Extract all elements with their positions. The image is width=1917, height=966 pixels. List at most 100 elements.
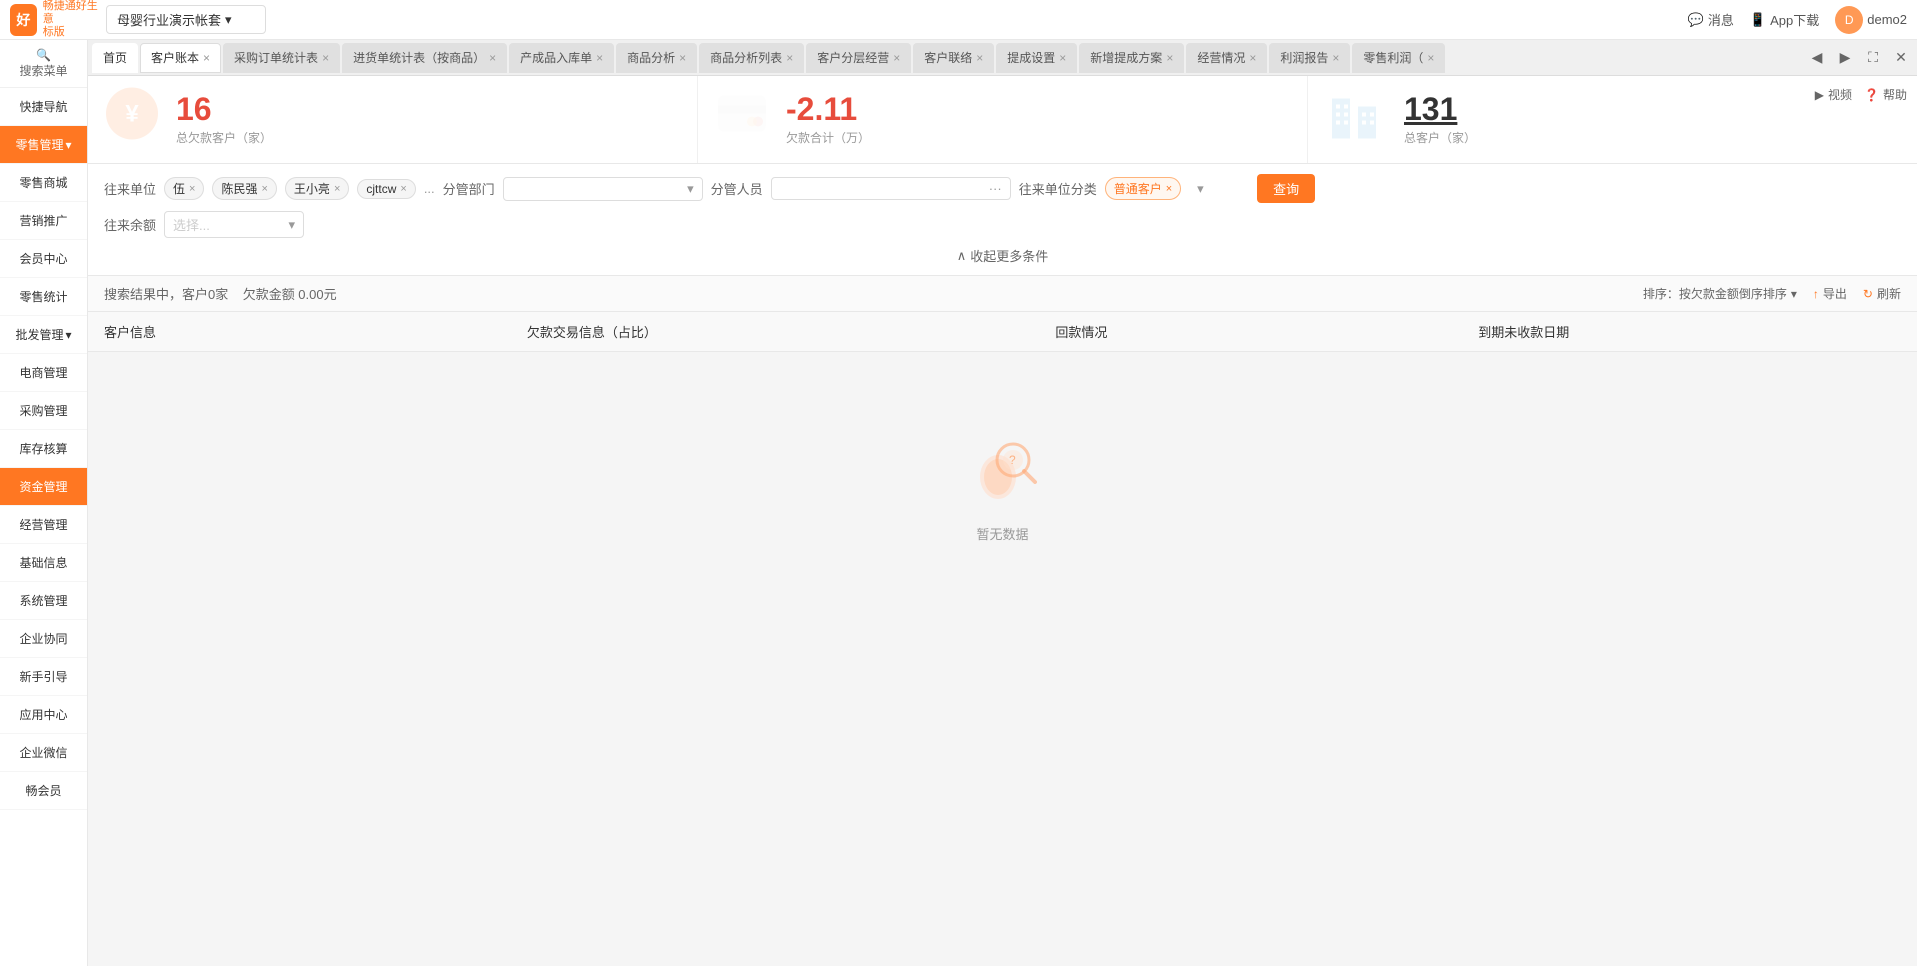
tab-close-product-inbound[interactable]: × <box>596 52 603 64</box>
sidebar-item-app-center[interactable]: 应用中心 <box>0 696 87 734</box>
owing-customers-label: 总欠款客户（家） <box>176 129 272 146</box>
tab-nav-left[interactable]: ◀ <box>1805 46 1829 70</box>
user-menu[interactable]: D demo2 <box>1835 6 1907 34</box>
help-btn[interactable]: ❓ 帮助 <box>1864 86 1907 103</box>
sidebar-item-wecom[interactable]: 企业微信 <box>0 734 87 772</box>
sidebar-item-member-center[interactable]: 会员中心 <box>0 240 87 278</box>
unit-class-select[interactable]: ▾ <box>1189 178 1249 200</box>
total-owing-value: -2.11 <box>786 93 870 125</box>
sidebar-item-ecommerce[interactable]: 电商管理 <box>0 354 87 392</box>
filter-tag-close-normal-customer[interactable]: × <box>1166 183 1172 195</box>
tab-close-purchase-order[interactable]: × <box>322 52 329 64</box>
unit-class-filter-label: 往来单位分类 <box>1019 179 1097 198</box>
filter-tag-close-cjttcw[interactable]: × <box>400 183 406 195</box>
video-help-btn[interactable]: ▶ 视频 <box>1815 86 1852 103</box>
tab-new-promo-plan[interactable]: 新增提成方案 × <box>1079 43 1184 73</box>
person-select[interactable]: ··· <box>771 177 1011 200</box>
total-owing-label: 欠款合计（万） <box>786 129 870 146</box>
tab-product-inbound[interactable]: 产成品入库单 × <box>509 43 614 73</box>
filter-tag-close-wang[interactable]: × <box>334 183 340 195</box>
total-customers-label: 总客户（家） <box>1404 129 1476 146</box>
sort-select[interactable]: 排序：按欠款金额倒序排序 ▾ <box>1643 285 1797 302</box>
sidebar-item-inventory[interactable]: 库存核算 <box>0 430 87 468</box>
tab-close-customers[interactable]: × <box>203 52 210 64</box>
sidebar-item-retail-mall[interactable]: 零售商城 <box>0 164 87 202</box>
tab-product-analysis[interactable]: 商品分析 × <box>616 43 697 73</box>
filter-tag-wang[interactable]: 王小亮 × <box>285 177 349 200</box>
sidebar-item-retail-stats[interactable]: 零售统计 <box>0 278 87 316</box>
tab-close-retail-profit[interactable]: × <box>1427 52 1434 64</box>
sidebar-item-marketing[interactable]: 营销推广 <box>0 202 87 240</box>
tab-customers[interactable]: 客户账本 × <box>140 43 221 73</box>
tab-biz-status[interactable]: 经营情况 × <box>1186 43 1267 73</box>
sidebar-item-retail-mgmt[interactable]: 零售管理 ▾ <box>0 126 87 164</box>
tab-home[interactable]: 首页 <box>92 43 138 73</box>
balance-select[interactable]: 选择... ▾ <box>164 211 304 238</box>
result-count: 搜索结果中，客户0家 <box>104 287 228 302</box>
sidebar-item-wholesale[interactable]: 批发管理 ▾ <box>0 316 87 354</box>
chevron-down-icon: ▾ <box>1197 181 1204 197</box>
sidebar-item-sys-mgmt[interactable]: 系统管理 <box>0 582 87 620</box>
col-header-credit: 欠款交易信息（占比） <box>527 322 1056 341</box>
help-icon: ❓ <box>1864 88 1879 102</box>
tab-product-analysis-list[interactable]: 商品分析列表 × <box>699 43 804 73</box>
credit-card-icon <box>714 85 770 141</box>
filter-tag-close-chen[interactable]: × <box>261 183 267 195</box>
yen-circle-icon: ¥ <box>104 85 160 141</box>
company-selector[interactable]: 母婴行业演示帐套 ▾ <box>106 5 266 34</box>
tab-inbound-stats[interactable]: 进货单统计表（按商品） × <box>342 43 507 73</box>
sidebar-item-member[interactable]: 畅会员 <box>0 772 87 810</box>
sidebar-item-newbie[interactable]: 新手引导 <box>0 658 87 696</box>
app-download-btn[interactable]: 📱 App下载 <box>1750 10 1819 29</box>
sidebar-search[interactable]: 🔍 搜索菜单 <box>0 40 87 88</box>
tab-customer-tier[interactable]: 客户分层经营 × <box>806 43 911 73</box>
tab-nav-right[interactable]: ▶ <box>1833 46 1857 70</box>
table-header: 客户信息 欠款交易信息（占比） 回款情况 到期未收款日期 <box>88 312 1917 352</box>
sidebar-item-quick-nav[interactable]: 快捷导航 <box>0 88 87 126</box>
building-icon <box>1324 90 1384 146</box>
export-btn[interactable]: ↑ 导出 <box>1813 285 1847 302</box>
tab-close-all[interactable]: ✕ <box>1889 46 1913 70</box>
chevron-down-icon: ▾ <box>65 328 71 342</box>
filter-tag-cjttcw[interactable]: cjttcw × <box>357 179 415 199</box>
tab-purchase-order[interactable]: 采购订单统计表 × <box>223 43 340 73</box>
top-bar: 好 畅捷通好生意 标版 母婴行业演示帐套 ▾ 💬 消息 📱 App下载 D <box>0 0 1917 40</box>
filter-tag-empty[interactable]: 伍 × <box>164 177 204 200</box>
tab-close-inbound-stats[interactable]: × <box>489 52 496 64</box>
filter-tag-close-empty[interactable]: × <box>189 183 195 195</box>
sidebar-item-enterprise[interactable]: 企业协同 <box>0 620 87 658</box>
tab-profit-report[interactable]: 利润报告 × <box>1269 43 1350 73</box>
sidebar-item-purchase[interactable]: 采购管理 <box>0 392 87 430</box>
person-filter-label: 分管人员 <box>711 179 763 198</box>
sidebar-item-capital[interactable]: 资金管理 <box>0 468 87 506</box>
tab-close-product-analysis[interactable]: × <box>679 52 686 64</box>
tab-close-profit-report[interactable]: × <box>1332 52 1339 64</box>
message-btn[interactable]: 💬 消息 <box>1688 10 1734 29</box>
chevron-down-icon: ▾ <box>65 138 71 152</box>
tab-close-promotion-settings[interactable]: × <box>1059 52 1066 64</box>
empty-state: ? 暂无数据 <box>88 352 1917 623</box>
tab-close-customer-contact[interactable]: × <box>976 52 983 64</box>
sidebar-item-basic-info[interactable]: 基础信息 <box>0 544 87 582</box>
filter-tag-chen[interactable]: 陈民强 × <box>212 177 276 200</box>
balance-filter-label: 往来余额 <box>104 215 156 234</box>
tab-retail-profit[interactable]: 零售利润（ × <box>1352 43 1445 73</box>
tab-close-customer-tier[interactable]: × <box>893 52 900 64</box>
stat-total-customers: 131 总客户（家） ▶ 视频 ❓ 帮助 <box>1308 76 1917 163</box>
empty-icon: ? <box>963 432 1043 512</box>
tab-customer-contact[interactable]: 客户联络 × <box>913 43 994 73</box>
dept-select[interactable]: ▾ <box>503 177 703 201</box>
filter-tag-normal-customer[interactable]: 普通客户 × <box>1105 177 1181 200</box>
tab-close-new-promo-plan[interactable]: × <box>1166 52 1173 64</box>
query-button[interactable]: 查询 <box>1257 174 1315 203</box>
refresh-btn[interactable]: ↻ 刷新 <box>1863 285 1901 302</box>
tab-maximize[interactable]: ⛶ <box>1861 46 1885 70</box>
filter-more-btn[interactable]: ... <box>424 181 435 196</box>
col-header-date: 到期未收款日期 <box>1478 322 1901 341</box>
tab-close-product-analysis-list[interactable]: × <box>786 52 793 64</box>
tab-close-biz-status[interactable]: × <box>1249 52 1256 64</box>
col-header-payment: 回款情况 <box>1055 322 1478 341</box>
tab-promotion-settings[interactable]: 提成设置 × <box>996 43 1077 73</box>
collapse-filters-btn[interactable]: ∧ 收起更多条件 <box>957 246 1049 265</box>
sidebar-item-ops[interactable]: 经营管理 <box>0 506 87 544</box>
